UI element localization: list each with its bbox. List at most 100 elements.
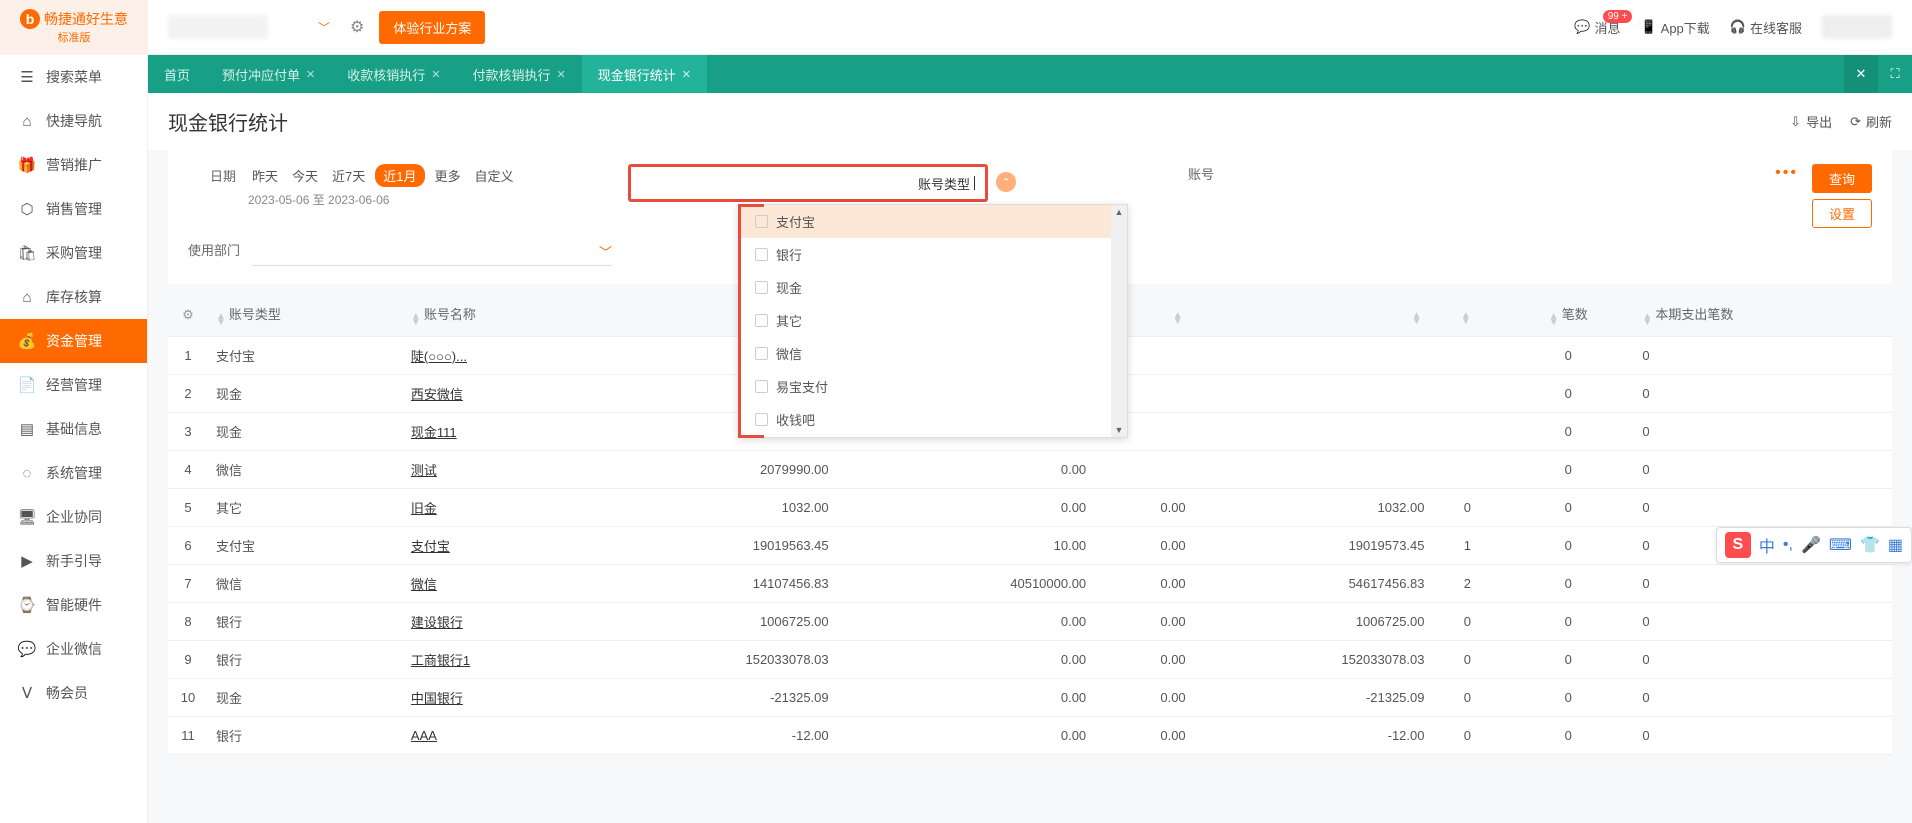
sidebar-item-6[interactable]: 💰资金管理 (0, 319, 147, 363)
account-name-link[interactable]: 旧金 (411, 501, 437, 516)
sidebar-item-3[interactable]: ⬡销售管理 (0, 187, 147, 231)
checkbox-icon[interactable] (755, 281, 768, 294)
scroll-down-icon[interactable]: ▼ (1115, 425, 1124, 435)
user-menu[interactable] (1822, 15, 1892, 39)
export-button[interactable]: ⇩ 导出 (1790, 112, 1832, 131)
account-name-link[interactable]: 支付宝 (411, 539, 450, 554)
checkbox-icon[interactable] (755, 347, 768, 360)
ime-punct-icon[interactable]: •, (1783, 536, 1793, 554)
org-selector[interactable] (168, 15, 268, 39)
messages-link[interactable]: 💬 消息 99 + (1574, 18, 1620, 37)
ime-lang-label[interactable]: 中 (1759, 533, 1775, 557)
dropdown-option-3[interactable]: 其它 (739, 304, 1111, 337)
checkbox-icon[interactable] (755, 248, 768, 261)
account-name-link[interactable]: 测试 (411, 463, 437, 478)
ime-toolbox-icon[interactable]: ▦ (1888, 535, 1903, 555)
scroll-up-icon[interactable]: ▲ (1115, 207, 1124, 217)
sort-icon[interactable]: ▲▼ (216, 314, 226, 326)
customer-service-link[interactable]: 🎧 在线客服 (1730, 18, 1802, 37)
tab-3[interactable]: 付款核销执行✕ (456, 55, 581, 93)
sort-icon[interactable]: ▲▼ (1549, 314, 1559, 326)
date-option-3[interactable]: 近1月 (375, 164, 424, 187)
sidebar-item-4[interactable]: 🛍采购管理 (0, 231, 147, 275)
date-options: 昨天今天近7天近1月更多自定义 (248, 164, 518, 187)
dropdown-option-6[interactable]: 收钱吧 (739, 403, 1111, 436)
tab-close-icon[interactable]: ✕ (431, 68, 440, 81)
settings-gear-icon[interactable]: ⚙ (350, 17, 364, 37)
date-option-0[interactable]: 昨天 (248, 164, 282, 187)
column-header-7[interactable]: ▲▼ (1433, 294, 1503, 337)
date-option-2[interactable]: 近7天 (328, 164, 369, 187)
account-name-link[interactable]: 现金111 (411, 425, 457, 440)
tab-fullscreen-button[interactable]: ⛶ (1878, 55, 1912, 93)
checkbox-icon[interactable] (755, 314, 768, 327)
account-name-link[interactable]: 中国银行 (411, 691, 463, 706)
ime-keyboard-icon[interactable]: ⌨ (1829, 535, 1852, 555)
sort-icon[interactable]: ▲▼ (1412, 313, 1422, 325)
account-name-link[interactable]: AAA (411, 728, 437, 743)
column-header-6[interactable]: ▲▼ (1194, 294, 1433, 337)
org-caret-icon[interactable]: ﹀ (318, 19, 330, 36)
tab-1[interactable]: 预付冲应付单✕ (206, 55, 331, 93)
sort-icon[interactable]: ▲▼ (411, 314, 421, 326)
tab-close-icon[interactable]: ✕ (306, 68, 315, 81)
sort-icon[interactable]: ▲▼ (1461, 313, 1471, 325)
tab-4[interactable]: 现金银行统计✕ (582, 55, 707, 93)
sort-icon[interactable]: ▲▼ (1173, 313, 1183, 325)
column-header-9[interactable]: ▲▼本期支出笔数 (1634, 294, 1892, 337)
sidebar-item-10[interactable]: 🖥企业协同 (0, 495, 147, 539)
try-industry-button[interactable]: 体验行业方案 (379, 11, 485, 44)
checkbox-icon[interactable] (755, 380, 768, 393)
tab-close-all-button[interactable]: ✕ (1844, 55, 1878, 93)
account-name-link[interactable]: 西安微信 (411, 387, 463, 402)
refresh-button[interactable]: ⟳ 刷新 (1850, 112, 1892, 131)
date-option-5[interactable]: 自定义 (471, 164, 518, 187)
more-filters-button[interactable]: ••• (1775, 164, 1798, 182)
setting-button[interactable]: 设置 (1812, 199, 1872, 228)
dropdown-option-2[interactable]: 现金 (739, 271, 1111, 304)
cell-c6: 152033078.03 (1194, 641, 1433, 679)
account-name-link[interactable]: 陡(○○○)... (411, 349, 467, 364)
tab-0[interactable]: 首页 (148, 55, 206, 93)
table-settings-icon[interactable]: ⚙ (182, 307, 194, 322)
tab-close-icon[interactable]: ✕ (557, 68, 566, 81)
dept-select[interactable]: ﹀ (252, 238, 612, 266)
dropdown-option-0[interactable]: 支付宝 (739, 205, 1111, 238)
app-download-link[interactable]: 📱 App下载 (1640, 18, 1709, 37)
date-option-4[interactable]: 更多 (431, 164, 465, 187)
tab-close-icon[interactable]: ✕ (682, 68, 691, 81)
account-name-link[interactable]: 建设银行 (411, 615, 463, 630)
account-name-link[interactable]: 微信 (411, 577, 437, 592)
column-header-8[interactable]: ▲▼笔数 (1502, 294, 1634, 337)
tab-2[interactable]: 收款核销执行✕ (331, 55, 456, 93)
sidebar-item-1[interactable]: ⌂快捷导航 (0, 99, 147, 143)
sidebar-item-11[interactable]: ▶新手引导 (0, 539, 147, 583)
sidebar-item-8[interactable]: ▤基础信息 (0, 407, 147, 451)
sidebar-item-7[interactable]: 📄经营管理 (0, 363, 147, 407)
query-button[interactable]: 查询 (1812, 164, 1872, 193)
date-option-1[interactable]: 今天 (288, 164, 322, 187)
dropdown-option-7[interactable]: 长沙银行 (739, 436, 1111, 437)
sort-icon[interactable]: ▲▼ (1642, 314, 1652, 326)
checkbox-icon[interactable] (755, 413, 768, 426)
account-name-link[interactable]: 工商银行1 (411, 653, 470, 668)
dropdown-option-5[interactable]: 易宝支付 (739, 370, 1111, 403)
dropdown-option-1[interactable]: 银行 (739, 238, 1111, 271)
dropdown-option-4[interactable]: 微信 (739, 337, 1111, 370)
sidebar-item-13[interactable]: 💬企业微信 (0, 627, 147, 671)
ime-logo-icon[interactable]: S (1725, 532, 1751, 558)
collapse-toggle-icon[interactable]: ⌃ (996, 172, 1016, 192)
checkbox-icon[interactable] (755, 215, 768, 228)
sidebar-item-5[interactable]: ⌂库存核算 (0, 275, 147, 319)
sidebar-item-0[interactable]: ☰搜索菜单 (0, 55, 147, 99)
account-type-select[interactable]: 账号类型 (628, 164, 988, 202)
column-header-2[interactable]: ▲▼账号名称 (403, 294, 598, 337)
ime-skin-icon[interactable]: 👕 (1860, 535, 1880, 555)
dropdown-scrollbar[interactable]: ▲ ▼ (1111, 205, 1127, 437)
sidebar-item-2[interactable]: 🎁营销推广 (0, 143, 147, 187)
sidebar-item-12[interactable]: ⌚智能硬件 (0, 583, 147, 627)
column-header-1[interactable]: ▲▼账号类型 (208, 294, 403, 337)
sidebar-item-14[interactable]: Ⅴ畅会员 (0, 671, 147, 715)
ime-mic-icon[interactable]: 🎤 (1801, 535, 1821, 555)
sidebar-item-9[interactable]: ◌系统管理 (0, 451, 147, 495)
